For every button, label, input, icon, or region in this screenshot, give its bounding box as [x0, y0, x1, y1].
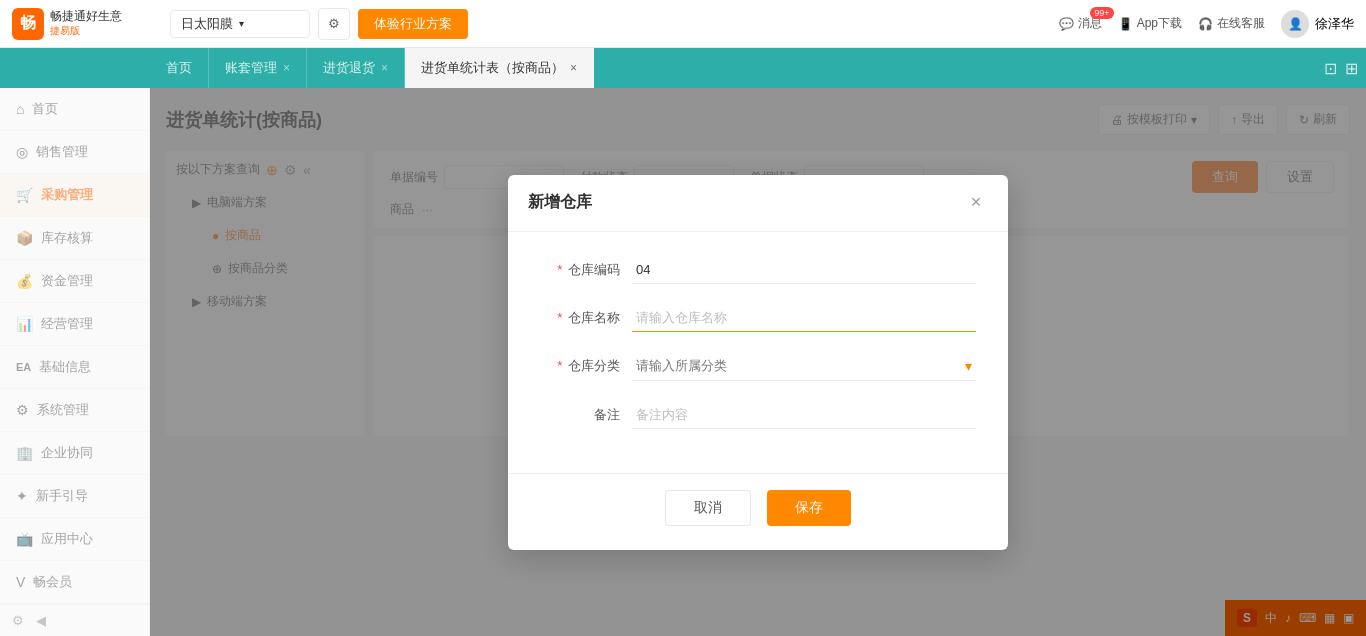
save-button[interactable]: 保存 [767, 490, 851, 526]
sidebar-item-purchase[interactable]: 🛒 采购管理 [0, 174, 149, 217]
warehouse-name-input[interactable] [632, 304, 976, 332]
remark-input[interactable] [632, 401, 976, 429]
headset-icon: 🎧 [1198, 17, 1213, 31]
app-download-item[interactable]: 📱 App下载 [1118, 15, 1182, 32]
modal-close-button[interactable]: × [964, 191, 988, 215]
modal-footer: 取消 保存 [508, 473, 1008, 550]
tab-account[interactable]: 账套管理 × [209, 48, 307, 88]
required-star: * [557, 358, 562, 373]
trial-button[interactable]: 体验行业方案 [358, 9, 468, 39]
business-icon: 📊 [16, 316, 33, 332]
tab-bar: 首页 账套管理 × 进货退货 × 进货单统计表（按商品） × ⊡ ⊞ [0, 48, 1366, 88]
sidebar-item-vip[interactable]: V 畅会员 [0, 561, 149, 604]
select-arrow-icon: ▾ [965, 358, 972, 374]
sidebar-item-basic[interactable]: EA 基础信息 [0, 346, 149, 389]
phone-icon: 📱 [1118, 17, 1133, 31]
form-row-remark: 备注 [540, 401, 976, 429]
sidebar-item-guide[interactable]: ✦ 新手引导 [0, 475, 149, 518]
tab-close-icon[interactable]: × [381, 61, 388, 75]
guide-icon: ✦ [16, 488, 28, 504]
category-select-input[interactable] [636, 358, 965, 373]
tab-close-icon[interactable]: × [283, 61, 290, 75]
basic-icon: EA [16, 361, 31, 373]
sidebar-item-inventory[interactable]: 📦 库存核算 [0, 217, 149, 260]
corp-icon: 🏢 [16, 445, 33, 461]
header-right: 💬 消息 99+ 📱 App下载 🎧 在线客服 👤 徐泽华 [1059, 10, 1354, 38]
finance-icon: 💰 [16, 273, 33, 289]
sidebar-collapse-icon[interactable]: ◀ [36, 613, 46, 628]
main-layout: ⌂ 首页 ◎ 销售管理 🛒 采购管理 📦 库存核算 💰 资金管理 📊 经营管理 … [0, 88, 1366, 636]
app-download-label: App下载 [1137, 15, 1182, 32]
form-row-code: * 仓库编码 [540, 256, 976, 284]
sidebar-item-system[interactable]: ⚙ 系统管理 [0, 389, 149, 432]
sidebar-settings-icon[interactable]: ⚙ [12, 613, 24, 628]
sales-icon: ◎ [16, 144, 28, 160]
sidebar: ⌂ 首页 ◎ 销售管理 🛒 采购管理 📦 库存核算 💰 资金管理 📊 经营管理 … [0, 88, 150, 636]
field-label-category: * 仓库分类 [540, 357, 620, 375]
store-selector[interactable]: 日太阳膜 ▾ [170, 10, 310, 38]
username: 徐泽华 [1315, 15, 1354, 33]
window-expand-icon[interactable]: ⊞ [1345, 59, 1358, 78]
purchase-icon: 🛒 [16, 187, 33, 203]
field-label-remark: 备注 [540, 406, 620, 424]
sidebar-item-finance[interactable]: 💰 资金管理 [0, 260, 149, 303]
logo-area: 畅 畅捷通好生意 捷易版 [12, 8, 162, 40]
logo-text: 畅捷通好生意 [50, 9, 122, 25]
message-badge: 99+ [1090, 7, 1113, 19]
online-service-item[interactable]: 🎧 在线客服 [1198, 15, 1265, 32]
category-select[interactable]: ▾ [632, 352, 976, 381]
modal-header: 新增仓库 × [508, 175, 1008, 232]
inventory-icon: 📦 [16, 230, 33, 246]
content-area: 进货单统计(按商品) 🖨 按模板打印 ▾ ↑ 导出 ↻ 刷新 [150, 88, 1366, 636]
logo-sub: 捷易版 [50, 24, 122, 38]
home-icon: ⌂ [16, 101, 24, 117]
cancel-button[interactable]: 取消 [665, 490, 751, 526]
settings-icon[interactable]: ⚙ [318, 8, 350, 40]
tab-purchase-stats[interactable]: 进货单统计表（按商品） × [405, 48, 594, 88]
user-area[interactable]: 👤 徐泽华 [1281, 10, 1354, 38]
field-label-code: * 仓库编码 [540, 261, 620, 279]
app-icon: 📺 [16, 531, 33, 547]
tab-close-icon[interactable]: × [570, 61, 577, 75]
required-star: * [557, 310, 562, 325]
sidebar-item-home[interactable]: ⌂ 首页 [0, 88, 149, 131]
form-row-category: * 仓库分类 ▾ [540, 352, 976, 381]
window-restore-icon[interactable]: ⊡ [1324, 59, 1337, 78]
sidebar-item-sales[interactable]: ◎ 销售管理 [0, 131, 149, 174]
sidebar-item-business[interactable]: 📊 经营管理 [0, 303, 149, 346]
vip-icon: V [16, 574, 25, 590]
store-name: 日太阳膜 [181, 15, 233, 33]
required-star: * [557, 262, 562, 277]
system-icon: ⚙ [16, 402, 29, 418]
message-icon: 💬 [1059, 17, 1074, 31]
online-service-label: 在线客服 [1217, 15, 1265, 32]
modal-title: 新增仓库 [528, 192, 592, 213]
sidebar-item-corp[interactable]: 🏢 企业协同 [0, 432, 149, 475]
tab-bar-controls: ⊡ ⊞ [1324, 59, 1366, 78]
modal-overlay: 新增仓库 × * 仓库编码 * [150, 88, 1366, 636]
chevron-down-icon: ▾ [239, 18, 244, 29]
avatar: 👤 [1281, 10, 1309, 38]
tab-purchase-return[interactable]: 进货退货 × [307, 48, 405, 88]
form-row-name: * 仓库名称 [540, 304, 976, 332]
sidebar-item-app[interactable]: 📺 应用中心 [0, 518, 149, 561]
tab-home[interactable]: 首页 [150, 48, 209, 88]
warehouse-code-input[interactable] [632, 256, 976, 284]
top-header: 畅 畅捷通好生意 捷易版 日太阳膜 ▾ ⚙ 体验行业方案 💬 消息 99+ 📱 … [0, 0, 1366, 48]
modal-body: * 仓库编码 * 仓库名称 [508, 232, 1008, 473]
logo-icon: 畅 [12, 8, 44, 40]
modal-new-warehouse: 新增仓库 × * 仓库编码 * [508, 175, 1008, 550]
field-label-name: * 仓库名称 [540, 309, 620, 327]
message-icon-item[interactable]: 💬 消息 99+ [1059, 15, 1102, 32]
